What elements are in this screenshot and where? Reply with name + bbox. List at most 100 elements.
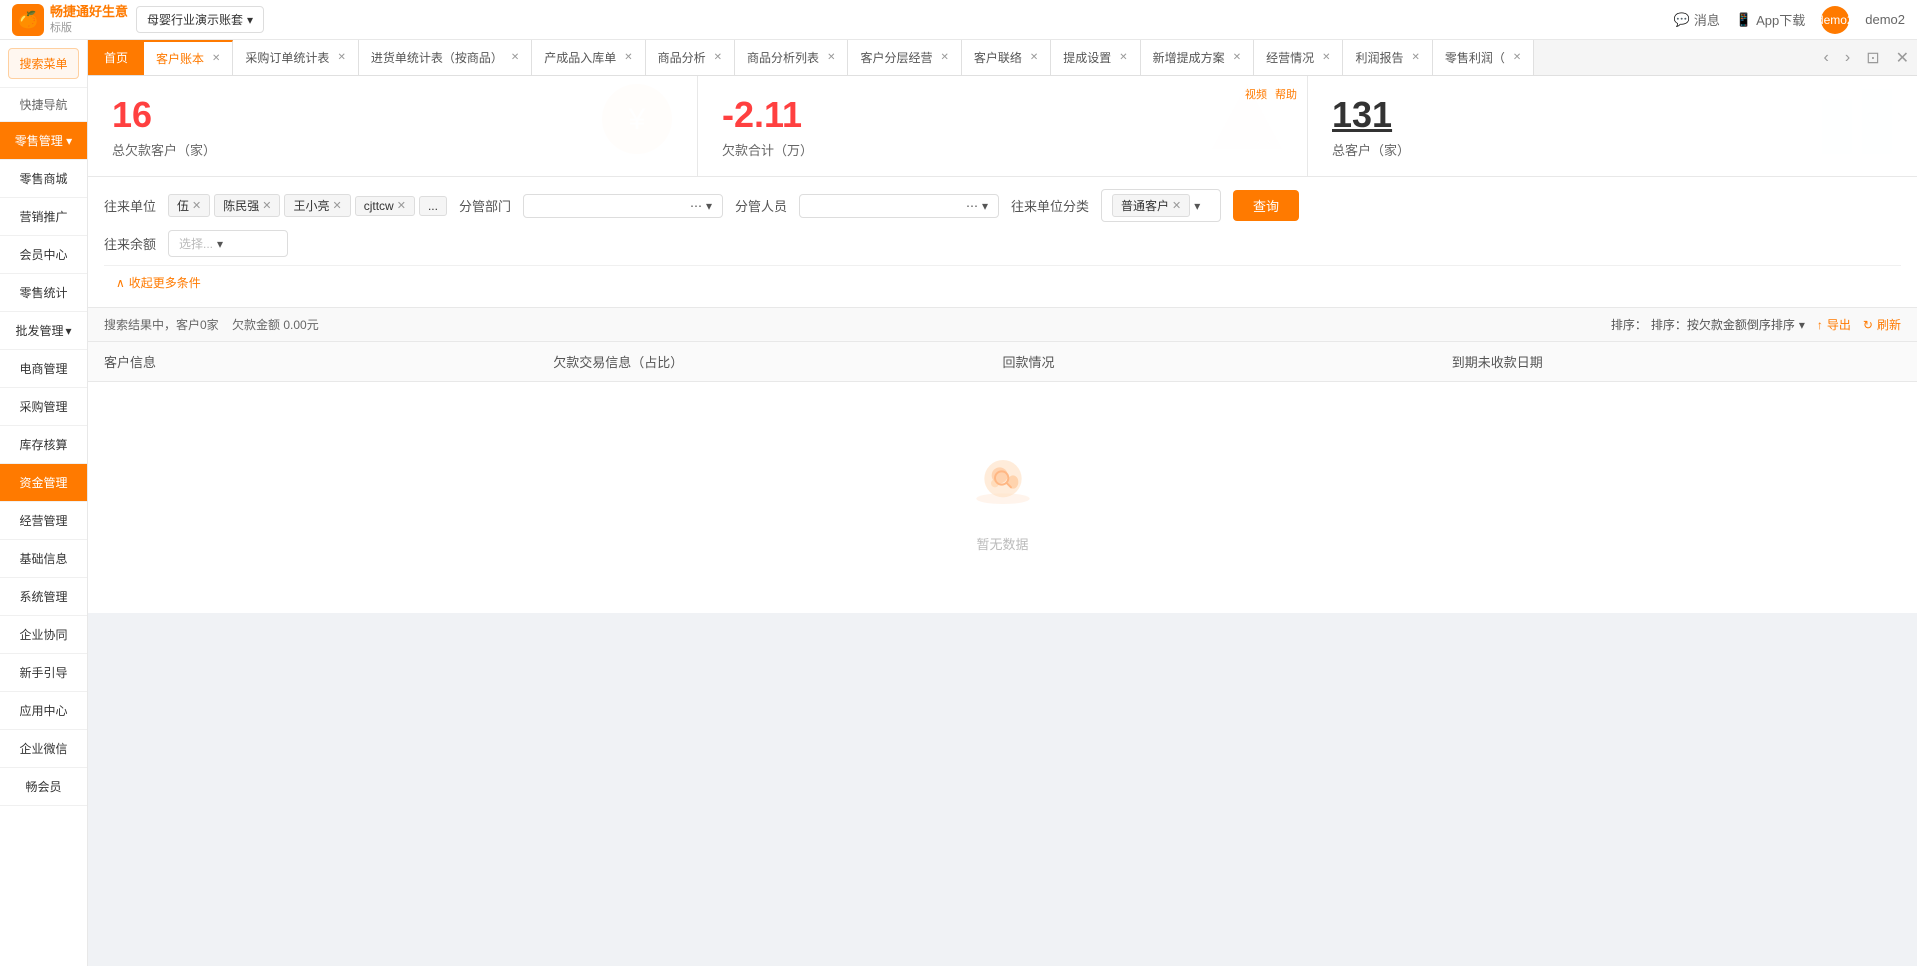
sidebar-item-new-guide[interactable]: 新手引导 xyxy=(0,654,87,692)
empty-state: 暂无数据 xyxy=(88,382,1917,613)
tab-close-product[interactable]: ✕ xyxy=(624,52,632,63)
chevron-up-icon: ∧ xyxy=(116,276,125,290)
tab-scroll-left[interactable]: ‹ xyxy=(1816,49,1837,67)
tab-product-stock-in[interactable]: 产成品入库单 ✕ xyxy=(532,40,645,76)
tab-close-purchase[interactable]: ✕ xyxy=(337,52,345,63)
sidebar-item-member[interactable]: 会员中心 xyxy=(0,236,87,274)
logo-area: 🍊 畅捷通好生意 标版 xyxy=(12,4,128,36)
result-bar-right: 排序： 排序：按欠款金额倒序排序 ▾ ↑ 导出 ↻ 刷新 xyxy=(1611,316,1901,333)
stats-row: 16 总欠款客户（家） ¥ -2.11 欠款合计（万） xyxy=(88,76,1917,177)
sidebar-item-system[interactable]: 系统管理 xyxy=(0,578,87,616)
sidebar-item-retail-mgmt[interactable]: 零售管理 ▾ xyxy=(0,122,87,160)
avatar[interactable]: demo2 xyxy=(1821,6,1849,34)
tag-close-chen[interactable]: ✕ xyxy=(262,199,271,212)
video-help-link[interactable]: 视频 xyxy=(1245,86,1267,102)
dept-expand-icon: ⋯ xyxy=(690,199,702,213)
sidebar-item-operations[interactable]: 经营管理 xyxy=(0,502,87,540)
quick-nav-button[interactable]: 快捷导航 xyxy=(0,88,87,122)
tab-profit-report[interactable]: 利润报告 ✕ xyxy=(1343,40,1432,76)
tab-promotion-settings[interactable]: 提成设置 ✕ xyxy=(1051,40,1140,76)
staff-expand-icon: ⋯ xyxy=(966,199,978,213)
tab-close-contact[interactable]: ✕ xyxy=(1030,52,1038,63)
top-bar-right: 💬 消息 📱 App下载 demo2 demo2 xyxy=(1674,6,1905,34)
tab-close-new-promotion[interactable]: ✕ xyxy=(1233,52,1241,63)
svg-text:¥: ¥ xyxy=(628,103,646,136)
sidebar-item-retail-mall[interactable]: 零售商城 xyxy=(0,160,87,198)
tab-close-customer-accounts[interactable]: ✕ xyxy=(212,53,220,64)
sidebar-item-marketing[interactable]: 营销推广 xyxy=(0,198,87,236)
sidebar-item-member-card[interactable]: 畅会员 xyxy=(0,768,87,806)
tab-purchase-order-stats[interactable]: 采购订单统计表 ✕ xyxy=(233,40,358,76)
tab-close-all[interactable]: ✕ xyxy=(1888,48,1917,68)
tab-close-segment[interactable]: ✕ xyxy=(940,52,948,63)
sort-selector[interactable]: 排序： 排序：按欠款金额倒序排序 ▾ xyxy=(1611,316,1805,333)
filter-row-2: 往来余额 选择... ▾ xyxy=(104,230,1901,257)
chevron-down-icon: ▾ xyxy=(1799,318,1805,332)
tab-customer-contact[interactable]: 客户联络 ✕ xyxy=(962,40,1051,76)
unit-filter-label: 往来单位 xyxy=(104,196,156,215)
tab-scroll-right[interactable]: › xyxy=(1837,49,1858,67)
sidebar-item-basic-info[interactable]: 基础信息 xyxy=(0,540,87,578)
stat-card-overdue-customers: 16 总欠款客户（家） ¥ xyxy=(88,76,698,176)
stat-help-links: 视频 帮助 xyxy=(1245,86,1297,102)
message-btn[interactable]: 💬 消息 xyxy=(1674,10,1720,29)
total-customers-value: 131 xyxy=(1332,93,1893,136)
account-selector[interactable]: 母婴行业演示账套 ▾ xyxy=(136,6,264,33)
tab-customer-accounts[interactable]: 客户账本 ✕ xyxy=(144,40,233,76)
sidebar-item-retail-stats[interactable]: 零售统计 xyxy=(0,274,87,312)
tab-maximize[interactable]: ⊡ xyxy=(1858,48,1887,68)
filter-row-1: 往来单位 伍 ✕ 陈民强 ✕ 王小亮 ✕ xyxy=(104,189,1901,222)
username-label: demo2 xyxy=(1865,12,1905,27)
tab-product-analysis-list[interactable]: 商品分析列表 ✕ xyxy=(735,40,848,76)
staff-filter-select[interactable]: ⋯ ▾ xyxy=(799,194,999,218)
sidebar-item-ecommerce[interactable]: 电商管理 xyxy=(0,350,87,388)
tab-close-operations[interactable]: ✕ xyxy=(1322,52,1330,63)
overdue-amount-label: 欠款合计（万） xyxy=(722,140,1283,159)
refresh-button[interactable]: ↻ 刷新 xyxy=(1863,316,1901,333)
collapse-btn[interactable]: ∧ 收起更多条件 xyxy=(104,270,1901,295)
sidebar-item-inventory[interactable]: 库存核算 xyxy=(0,426,87,464)
search-menu-button[interactable]: 搜索菜单 xyxy=(8,48,79,79)
tab-customer-segment[interactable]: 客户分层经营 ✕ xyxy=(848,40,961,76)
table-col-overdue-date: 到期未收款日期 xyxy=(1452,352,1901,371)
tab-close-analysis-list[interactable]: ✕ xyxy=(827,52,835,63)
tab-close-retail-profit[interactable]: ✕ xyxy=(1513,52,1521,63)
sidebar-item-purchase[interactable]: 采购管理 xyxy=(0,388,87,426)
sidebar-item-finance[interactable]: 资金管理 xyxy=(0,464,87,502)
overdue-amount-value: -2.11 xyxy=(722,93,1283,136)
sidebar-item-app-center[interactable]: 应用中心 xyxy=(0,692,87,730)
tab-close-promotion[interactable]: ✕ xyxy=(1119,52,1127,63)
export-icon: ↑ xyxy=(1817,318,1823,332)
tab-product-analysis[interactable]: 商品分析 ✕ xyxy=(646,40,735,76)
export-button[interactable]: ↑ 导出 xyxy=(1817,316,1851,333)
sidebar-item-enterprise-coop[interactable]: 企业协同 xyxy=(0,616,87,654)
filter-tag-wang: 王小亮 ✕ xyxy=(284,194,350,217)
dept-filter-select[interactable]: ⋯ ▾ xyxy=(523,194,723,218)
tag-close-wang[interactable]: ✕ xyxy=(333,199,342,212)
help-link[interactable]: 帮助 xyxy=(1275,86,1297,102)
tab-home[interactable]: 首页 xyxy=(88,40,144,76)
tag-close-unit-type[interactable]: ✕ xyxy=(1172,199,1181,212)
filter-tag-more[interactable]: ... xyxy=(419,196,447,216)
tag-close-cjttcw[interactable]: ✕ xyxy=(397,199,406,212)
tab-operations[interactable]: 经营情况 ✕ xyxy=(1254,40,1343,76)
tab-retail-profit[interactable]: 零售利润（ ✕ xyxy=(1433,40,1534,76)
overdue-customers-icon: ¥ xyxy=(597,79,677,173)
tab-new-promotion[interactable]: 新增提成方案 ✕ xyxy=(1141,40,1254,76)
tab-close-stock[interactable]: ✕ xyxy=(511,52,519,63)
tab-close-profit[interactable]: ✕ xyxy=(1412,52,1420,63)
chevron-down-icon: ▾ xyxy=(247,13,253,27)
unit-type-tag: 普通客户 ✕ xyxy=(1112,194,1190,217)
stat-card-total-customers: 131 总客户（家） xyxy=(1308,76,1917,176)
sidebar-item-batch-mgmt[interactable]: 批发管理▾ xyxy=(0,312,87,350)
tab-close-analysis[interactable]: ✕ xyxy=(714,52,722,63)
sidebar-item-enterprise-wechat[interactable]: 企业微信 xyxy=(0,730,87,768)
query-button[interactable]: 查询 xyxy=(1233,190,1299,221)
tab-stock-stats[interactable]: 进货单统计表（按商品） ✕ xyxy=(359,40,532,76)
balance-filter-select[interactable]: 选择... ▾ xyxy=(168,230,288,257)
dept-filter-label: 分管部门 xyxy=(459,196,511,215)
app-download-btn[interactable]: 📱 App下载 xyxy=(1736,10,1805,29)
table-container: 客户信息 欠款交易信息（占比） 回款情况 到期未收款日期 xyxy=(88,342,1917,613)
tag-close-wu[interactable]: ✕ xyxy=(192,199,201,212)
unit-type-filter-select[interactable]: 普通客户 ✕ ▾ xyxy=(1101,189,1221,222)
